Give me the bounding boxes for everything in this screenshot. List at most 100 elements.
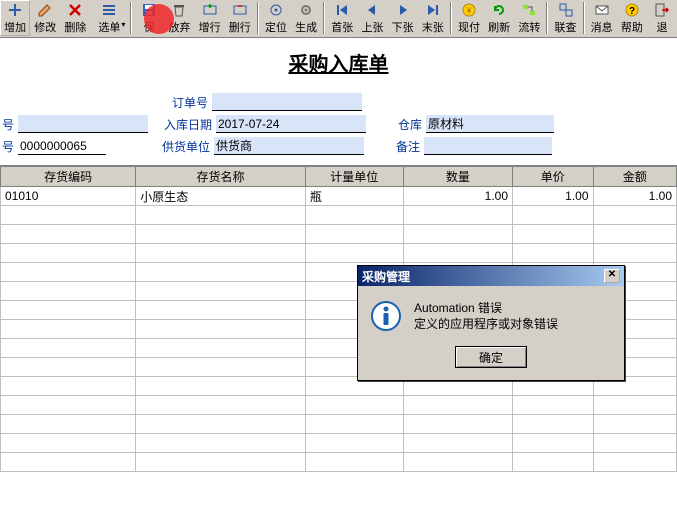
toolbar-help-button[interactable]: ?帮助 bbox=[617, 0, 647, 36]
cell[interactable] bbox=[403, 225, 512, 244]
cell[interactable] bbox=[305, 415, 403, 434]
cell[interactable] bbox=[513, 453, 594, 472]
toolbar-money-button[interactable]: ￥现付 bbox=[454, 0, 484, 36]
toolbar-last-button[interactable]: 末张 bbox=[418, 0, 448, 36]
cell[interactable] bbox=[305, 396, 403, 415]
cell[interactable] bbox=[136, 244, 306, 263]
dialog-titlebar[interactable]: 采购管理 ✕ bbox=[358, 266, 624, 286]
toolbar-refresh-button[interactable]: 刷新 bbox=[484, 0, 514, 36]
cell[interactable] bbox=[1, 206, 136, 225]
cell[interactable] bbox=[403, 434, 512, 453]
cell[interactable] bbox=[136, 282, 306, 301]
table-row[interactable] bbox=[1, 453, 677, 472]
cell[interactable] bbox=[1, 377, 136, 396]
table-row[interactable] bbox=[1, 434, 677, 453]
cell[interactable] bbox=[1, 415, 136, 434]
toolbar-exit-button[interactable]: 退 bbox=[647, 0, 677, 36]
cell[interactable]: 瓶 bbox=[305, 187, 403, 206]
cell[interactable] bbox=[136, 415, 306, 434]
cell[interactable] bbox=[403, 244, 512, 263]
cell[interactable] bbox=[513, 396, 594, 415]
toolbar-addrow-button[interactable]: 增行 bbox=[195, 0, 225, 36]
cell[interactable] bbox=[1, 263, 136, 282]
table-row[interactable] bbox=[1, 206, 677, 225]
toolbar-edit-button[interactable]: 修改 bbox=[30, 0, 60, 36]
toolbar-plus-button[interactable]: 增加 bbox=[0, 0, 30, 36]
col-header[interactable]: 单价 bbox=[513, 167, 594, 187]
cell[interactable] bbox=[1, 282, 136, 301]
cell[interactable]: 1.00 bbox=[593, 187, 676, 206]
col-header[interactable]: 计量单位 bbox=[305, 167, 403, 187]
cell[interactable] bbox=[136, 339, 306, 358]
cell[interactable] bbox=[403, 206, 512, 225]
cell[interactable] bbox=[513, 244, 594, 263]
ok-button[interactable]: 确定 bbox=[455, 346, 527, 368]
cell[interactable] bbox=[1, 453, 136, 472]
table-row[interactable] bbox=[1, 396, 677, 415]
toolbar-prev-button[interactable]: 上张 bbox=[357, 0, 387, 36]
table-row[interactable]: 01010小原生态瓶1.001.001.00 bbox=[1, 187, 677, 206]
cell[interactable]: 1.00 bbox=[513, 187, 594, 206]
cell[interactable] bbox=[305, 434, 403, 453]
toolbar-gear-button[interactable]: 生成 bbox=[291, 0, 321, 36]
cell[interactable] bbox=[1, 434, 136, 453]
cell[interactable] bbox=[593, 434, 676, 453]
cell[interactable] bbox=[305, 244, 403, 263]
cell[interactable] bbox=[1, 225, 136, 244]
toolbar-link-button[interactable]: 联查 bbox=[550, 0, 580, 36]
cell[interactable] bbox=[136, 225, 306, 244]
toolbar-next-button[interactable]: 下张 bbox=[388, 0, 418, 36]
col-header[interactable]: 存货编码 bbox=[1, 167, 136, 187]
serial-input[interactable] bbox=[18, 137, 106, 155]
cell[interactable] bbox=[593, 244, 676, 263]
toolbar-delrow-button[interactable]: 删行 bbox=[225, 0, 255, 36]
cell[interactable] bbox=[136, 320, 306, 339]
cell[interactable] bbox=[136, 396, 306, 415]
table-row[interactable] bbox=[1, 244, 677, 263]
cell[interactable] bbox=[1, 320, 136, 339]
toolbar-locate-button[interactable]: 定位 bbox=[261, 0, 291, 36]
toolbar-list-button[interactable]: 选单▾ bbox=[91, 0, 129, 36]
cell[interactable] bbox=[136, 377, 306, 396]
cell[interactable]: 01010 bbox=[1, 187, 136, 206]
cell[interactable] bbox=[513, 206, 594, 225]
cell[interactable] bbox=[1, 396, 136, 415]
toolbar-msg-button[interactable]: 消息 bbox=[587, 0, 617, 36]
remark-input[interactable] bbox=[424, 137, 552, 155]
col-header[interactable]: 金额 bbox=[593, 167, 676, 187]
cell[interactable] bbox=[136, 453, 306, 472]
toolbar-flow-button[interactable]: 流转 bbox=[514, 0, 544, 36]
toolbar-save-button[interactable]: 保 bbox=[134, 0, 164, 36]
cell[interactable] bbox=[136, 358, 306, 377]
cell[interactable]: 1.00 bbox=[403, 187, 512, 206]
close-icon[interactable]: ✕ bbox=[604, 269, 620, 283]
toolbar-trash-button[interactable]: 放弃 bbox=[164, 0, 194, 36]
cell[interactable] bbox=[513, 434, 594, 453]
cell[interactable] bbox=[403, 396, 512, 415]
cell[interactable] bbox=[1, 244, 136, 263]
cell[interactable] bbox=[136, 206, 306, 225]
supplier-input[interactable] bbox=[214, 137, 364, 155]
cell[interactable]: 小原生态 bbox=[136, 187, 306, 206]
cell[interactable] bbox=[593, 206, 676, 225]
table-row[interactable] bbox=[1, 225, 677, 244]
warehouse-input[interactable] bbox=[426, 115, 554, 133]
cell[interactable] bbox=[305, 453, 403, 472]
cell[interactable] bbox=[593, 453, 676, 472]
col-header[interactable]: 存货名称 bbox=[136, 167, 306, 187]
cell[interactable] bbox=[136, 434, 306, 453]
cell[interactable] bbox=[403, 415, 512, 434]
cell[interactable] bbox=[305, 225, 403, 244]
toolbar-first-button[interactable]: 首张 bbox=[327, 0, 357, 36]
cell[interactable] bbox=[403, 453, 512, 472]
cell[interactable] bbox=[305, 206, 403, 225]
cell[interactable] bbox=[593, 225, 676, 244]
cell[interactable] bbox=[1, 339, 136, 358]
cell[interactable] bbox=[593, 396, 676, 415]
cell[interactable] bbox=[1, 358, 136, 377]
cell[interactable] bbox=[513, 225, 594, 244]
cell[interactable] bbox=[593, 415, 676, 434]
cell[interactable] bbox=[513, 415, 594, 434]
no-input[interactable] bbox=[18, 115, 148, 133]
indate-input[interactable] bbox=[216, 115, 366, 133]
